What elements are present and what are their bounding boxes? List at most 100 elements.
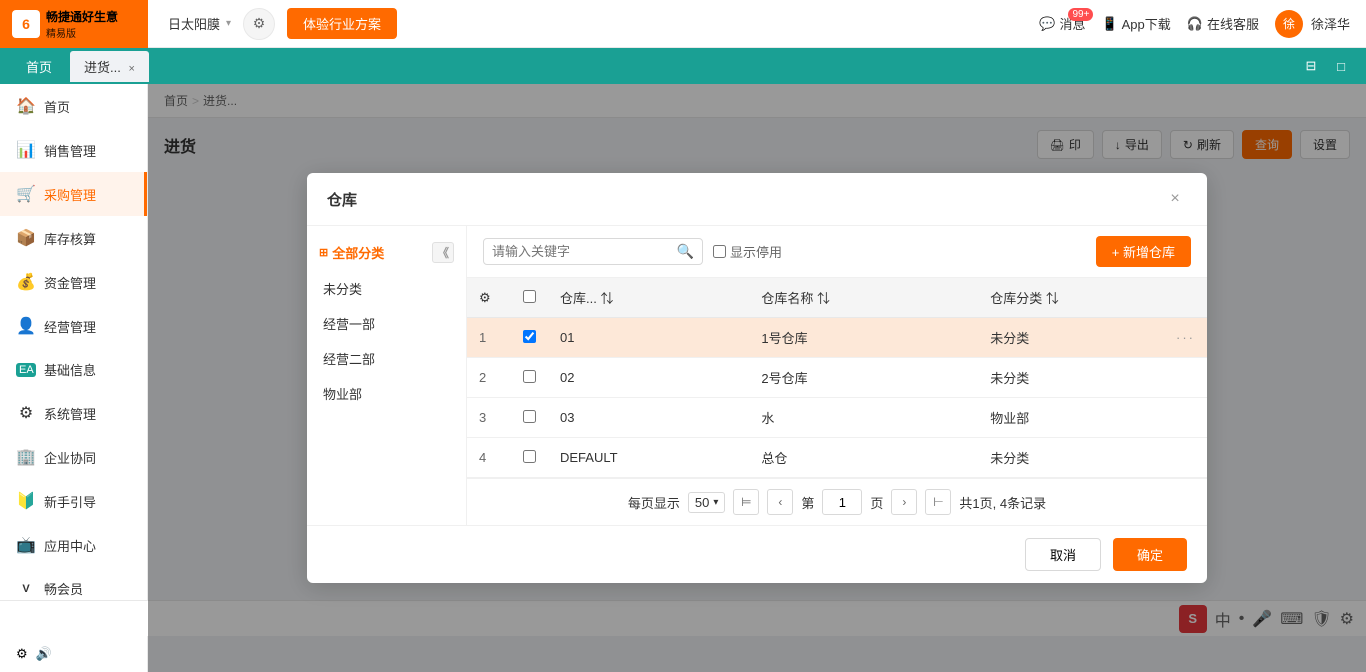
collapse-sidebar-button[interactable]: 《 bbox=[432, 242, 454, 263]
sidebar-item-basic-info[interactable]: EA 基础信息 bbox=[0, 348, 147, 391]
row-num: 4 bbox=[467, 438, 511, 478]
search-input[interactable] bbox=[492, 244, 677, 259]
row-num: 3 bbox=[467, 398, 511, 438]
row-more-icon[interactable]: ··· bbox=[1176, 330, 1195, 345]
modal-footer: 取消 确定 bbox=[307, 525, 1207, 583]
row-category: 未分类 bbox=[978, 438, 1207, 477]
home-icon: 🏠 bbox=[16, 96, 36, 116]
top-header: 6 畅捷通好生意 精易版 日太阳膜 ▾ ⚙ 体验行业方案 💬 消息 99+ 📱 … bbox=[0, 0, 1366, 48]
tab-close-icon[interactable]: × bbox=[128, 63, 134, 75]
messages-button[interactable]: 💬 消息 99+ bbox=[1039, 14, 1085, 33]
system-icon: ⚙ bbox=[16, 403, 36, 423]
top-nav: 首页 进货... × ⊟ □ bbox=[0, 48, 1366, 84]
new-warehouse-button[interactable]: + 新增仓库 bbox=[1096, 236, 1191, 267]
operations-icon: 👤 bbox=[16, 316, 36, 336]
modal-header: 仓库 × bbox=[307, 173, 1207, 226]
sidebar-item-enterprise[interactable]: 🏢 企业协同 bbox=[0, 435, 147, 479]
last-page-button[interactable]: ⊢ bbox=[925, 489, 951, 515]
col-category[interactable]: 仓库分类 ⇅ bbox=[978, 278, 1207, 318]
modal-main: 🔍 显示停用 + 新增仓库 bbox=[467, 226, 1207, 525]
first-page-button[interactable]: ⊨ bbox=[733, 489, 759, 515]
sales-icon: 📊 bbox=[16, 140, 36, 160]
row-checkbox[interactable] bbox=[523, 330, 536, 343]
page-size-select[interactable]: 50 ▾ bbox=[688, 492, 726, 513]
sidebar-item-finance[interactable]: 💰 资金管理 bbox=[0, 260, 147, 304]
row-category: 未分类··· bbox=[978, 318, 1207, 357]
grid-icon: ⊞ bbox=[319, 246, 328, 259]
sidebar: 🏠 首页 📊 销售管理 🛒 采购管理 📦 库存核算 💰 资金管理 👤 经营管理 … bbox=[0, 84, 148, 672]
sidebar-item-guide[interactable]: 🔰 新手引导 bbox=[0, 479, 147, 523]
modal-toolbar: 🔍 显示停用 + 新增仓库 bbox=[467, 226, 1207, 278]
row-category: 物业部 bbox=[978, 398, 1207, 437]
row-name: 1号仓库 bbox=[749, 318, 978, 358]
trial-button[interactable]: 体验行业方案 bbox=[287, 8, 397, 39]
col-name[interactable]: 仓库名称 ⇅ bbox=[749, 278, 978, 318]
modal-category-unclassified[interactable]: 未分类 bbox=[307, 271, 466, 306]
sidebar-item-system[interactable]: ⚙ 系统管理 bbox=[0, 391, 147, 435]
sidebar-item-purchase[interactable]: 🛒 采购管理 bbox=[0, 172, 147, 216]
row-checkbox[interactable] bbox=[523, 450, 536, 463]
content-area: 首页 > 进货... 进货 🖨 印 ↓ 导出 ↻ 刷 bbox=[148, 84, 1366, 672]
maximize-window-button[interactable]: □ bbox=[1328, 53, 1354, 79]
page-number-input[interactable] bbox=[822, 489, 862, 515]
row-name: 2号仓库 bbox=[749, 358, 978, 398]
modal-category-sidebar: ⊞ 全部分类 《 未分类 经营一部 经营二部 bbox=[307, 226, 467, 525]
purchase-icon: 🛒 bbox=[16, 184, 36, 204]
row-num: 2 bbox=[467, 358, 511, 398]
sidebar-item-inventory[interactable]: 📦 库存核算 bbox=[0, 216, 147, 260]
row-code: 03 bbox=[548, 398, 749, 438]
restore-window-button[interactable]: ⊟ bbox=[1298, 53, 1324, 79]
company-selector[interactable]: 日太阳膜 ▾ bbox=[168, 14, 231, 33]
gear-button[interactable]: ⚙ bbox=[243, 8, 275, 40]
modal-sidebar-header: ⊞ 全部分类 《 bbox=[307, 234, 466, 271]
tab-home[interactable]: 首页 bbox=[12, 51, 66, 82]
modal-category-dept2[interactable]: 经营二部 bbox=[307, 341, 466, 376]
table-row[interactable]: 4 DEFAULT 总仓 未分类 bbox=[467, 438, 1207, 478]
member-icon: V bbox=[16, 583, 36, 595]
table-row[interactable]: 1 01 1号仓库 未分类··· bbox=[467, 318, 1207, 358]
sidebar-item-sales[interactable]: 📊 销售管理 bbox=[0, 128, 147, 172]
volume-icon[interactable]: 🔊 bbox=[36, 646, 52, 662]
tab-purchase[interactable]: 进货... × bbox=[70, 51, 149, 82]
settings-icon[interactable]: ⚙ bbox=[16, 646, 28, 662]
sidebar-bottom: ⚙ 🔊 bbox=[0, 635, 147, 672]
enterprise-icon: 🏢 bbox=[16, 447, 36, 467]
logo-area: 6 畅捷通好生意 精易版 bbox=[0, 0, 148, 48]
avatar: 徐 bbox=[1275, 10, 1303, 38]
messages-badge: 99+ bbox=[1068, 8, 1093, 21]
row-name: 水 bbox=[749, 398, 978, 438]
sidebar-item-app-center[interactable]: 📺 应用中心 bbox=[0, 523, 147, 567]
show-disabled-input[interactable] bbox=[713, 245, 726, 258]
modal-category-dept1[interactable]: 经营一部 bbox=[307, 306, 466, 341]
show-disabled-checkbox[interactable]: 显示停用 bbox=[713, 242, 782, 261]
table-row[interactable]: 3 03 水 物业部 bbox=[467, 398, 1207, 438]
row-name: 总仓 bbox=[749, 438, 978, 478]
cancel-button[interactable]: 取消 bbox=[1025, 538, 1101, 571]
prev-page-button[interactable]: ‹ bbox=[767, 489, 793, 515]
modal-category-property[interactable]: 物业部 bbox=[307, 376, 466, 411]
main-layout: 🏠 首页 📊 销售管理 🛒 采购管理 📦 库存核算 💰 资金管理 👤 经营管理 … bbox=[0, 84, 1366, 672]
row-code: 01 bbox=[548, 318, 749, 358]
app-download-button[interactable]: 📱 App下载 bbox=[1101, 14, 1170, 33]
next-page-button[interactable]: › bbox=[891, 489, 917, 515]
select-all-checkbox[interactable] bbox=[523, 290, 536, 303]
row-checkbox[interactable] bbox=[523, 410, 536, 423]
online-service-button[interactable]: 🎧 在线客服 bbox=[1187, 14, 1259, 33]
table-row[interactable]: 2 02 2号仓库 未分类 bbox=[467, 358, 1207, 398]
gear-icon: ⚙ bbox=[253, 15, 266, 32]
user-menu[interactable]: 徐 徐泽华 bbox=[1275, 10, 1350, 38]
sort-icon: ⇅ bbox=[817, 291, 830, 306]
search-icon[interactable]: 🔍 bbox=[677, 243, 694, 260]
logo-text: 畅捷通好生意 精易版 bbox=[46, 8, 118, 40]
col-code[interactable]: 仓库... ⇅ bbox=[548, 278, 749, 318]
row-checkbox[interactable] bbox=[523, 370, 536, 383]
sidebar-item-operations[interactable]: 👤 经营管理 bbox=[0, 304, 147, 348]
app-center-icon: 📺 bbox=[16, 535, 36, 555]
modal-close-button[interactable]: × bbox=[1163, 187, 1187, 211]
sort-icon: ⇅ bbox=[600, 291, 613, 306]
top-nav-controls: ⊟ □ bbox=[1298, 53, 1354, 79]
sidebar-item-home[interactable]: 🏠 首页 bbox=[0, 84, 147, 128]
confirm-button[interactable]: 确定 bbox=[1113, 538, 1187, 571]
message-icon: 💬 bbox=[1039, 16, 1055, 32]
chevron-down-icon: ▾ bbox=[713, 497, 718, 508]
